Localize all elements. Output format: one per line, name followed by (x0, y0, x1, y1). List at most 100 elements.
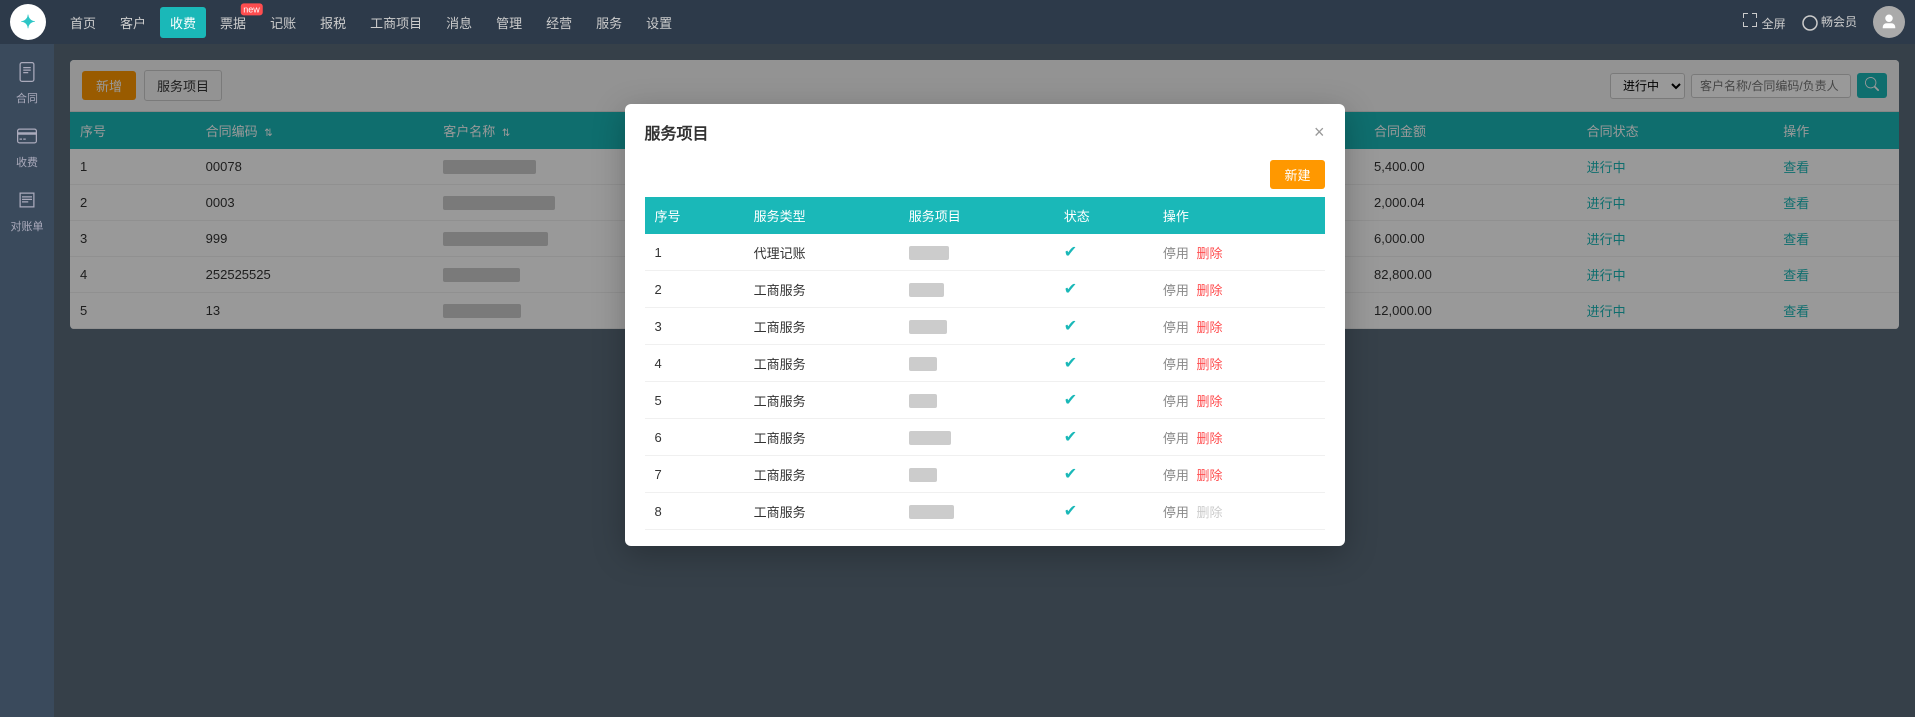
contract-icon (17, 62, 37, 87)
modal-cell-seq: 8 (645, 493, 744, 530)
modal-cell-item: ████ (899, 419, 1054, 456)
list-item: 5 工商服务 ██ ✔ 停用 删除 (645, 382, 1325, 419)
delete-button[interactable]: 删除 (1197, 394, 1223, 409)
modal-cell-status: ✔ (1054, 419, 1153, 456)
modal-cell-seq: 7 (645, 456, 744, 493)
delete-button[interactable]: 删除 (1197, 283, 1223, 298)
delete-button[interactable]: 删除 (1197, 357, 1223, 372)
delete-button[interactable]: 删除 (1197, 246, 1223, 261)
nav-message[interactable]: 消息 (436, 7, 482, 38)
nav-bookkeeping[interactable]: 记账 (260, 7, 306, 38)
modal-col-action: 操作 (1153, 197, 1325, 234)
member-btn[interactable]: 畅会员 (1802, 13, 1857, 31)
modal-cell-status: ✔ (1054, 308, 1153, 345)
nav-management[interactable]: 管理 (486, 7, 532, 38)
modal-cell-type: 工商服务 (744, 308, 899, 345)
modal-cell-type: 工商服务 (744, 345, 899, 382)
nav-customer[interactable]: 客户 (110, 7, 156, 38)
modal-cell-item: ██注册 (899, 493, 1054, 530)
modal-cell-item: ████ (899, 271, 1054, 308)
modal-cell-action: 停用 删除 (1153, 456, 1325, 493)
list-item: 3 工商服务 ████ ✔ 停用 删除 (645, 308, 1325, 345)
modal-close-button[interactable]: × (1314, 123, 1325, 141)
service-table: 序号 服务类型 服务项目 状态 操作 1 代理记账 ████1 ✔ 停用 删除 (645, 197, 1325, 530)
modal-cell-item: ████ (899, 308, 1054, 345)
sidebar-item-charge[interactable]: 收费 (2, 116, 52, 180)
avatar[interactable] (1873, 6, 1905, 38)
nav-service[interactable]: 服务 (586, 7, 632, 38)
layout: 合同 收费 对账单 新增 服务项目 进行中 已 (0, 44, 1915, 717)
modal-col-status: 状态 (1054, 197, 1153, 234)
statement-icon (17, 190, 37, 215)
modal-cell-item: ██ (899, 345, 1054, 382)
stop-button[interactable]: 停用 (1163, 283, 1189, 298)
modal-col-item: 服务项目 (899, 197, 1054, 234)
list-item: 2 工商服务 ████ ✔ 停用 删除 (645, 271, 1325, 308)
sidebar-item-statement[interactable]: 对账单 (2, 180, 52, 244)
modal-cell-item: ████1 (899, 234, 1054, 271)
modal-cell-type: 工商服务 (744, 271, 899, 308)
stop-button[interactable]: 停用 (1163, 468, 1189, 483)
nav-right: 全屏 畅会员 (1742, 6, 1905, 38)
modal-cell-action: 停用 删除 (1153, 382, 1325, 419)
nav-items: 首页 客户 收费 票据 new 记账 报税 工商项目 消息 管理 经营 服务 设… (60, 7, 1742, 38)
stop-button[interactable]: 停用 (1163, 431, 1189, 446)
modal-cell-action: 停用 删除 (1153, 234, 1325, 271)
delete-button[interactable]: 删除 (1197, 320, 1223, 335)
sidebar-label-charge: 收费 (16, 154, 38, 170)
main-content: 新增 服务项目 进行中 已完成 已终止 (54, 44, 1915, 717)
sidebar: 合同 收费 对账单 (0, 44, 54, 717)
stop-button[interactable]: 停用 (1163, 357, 1189, 372)
modal-cell-action: 停用 删除 (1153, 271, 1325, 308)
sidebar-item-contract[interactable]: 合同 (2, 52, 52, 116)
modal-header: 服务项目 × (625, 104, 1345, 152)
stop-button[interactable]: 停用 (1163, 505, 1189, 520)
modal-cell-seq: 2 (645, 271, 744, 308)
top-nav: ✦ 首页 客户 收费 票据 new 记账 报税 工商项目 消息 管理 经营 服务… (0, 0, 1915, 44)
modal-overlay: 服务项目 × 新建 序号 服务类型 服务项目 状态 (54, 44, 1915, 717)
modal-cell-action: 停用 删除 (1153, 345, 1325, 382)
modal-col-type: 服务类型 (744, 197, 899, 234)
delete-button[interactable]: 删除 (1197, 431, 1223, 446)
modal-cell-status: ✔ (1054, 493, 1153, 530)
service-modal: 服务项目 × 新建 序号 服务类型 服务项目 状态 (625, 104, 1345, 546)
modal-toolbar: 新建 (625, 152, 1345, 197)
nav-charge[interactable]: 收费 (160, 7, 206, 38)
modal-cell-seq: 6 (645, 419, 744, 456)
modal-cell-seq: 1 (645, 234, 744, 271)
modal-cell-type: 代理记账 (744, 234, 899, 271)
nav-invoice[interactable]: 票据 new (210, 7, 256, 38)
sidebar-label-contract: 合同 (16, 90, 38, 106)
modal-cell-status: ✔ (1054, 382, 1153, 419)
modal-new-button[interactable]: 新建 (1270, 160, 1324, 189)
stop-button[interactable]: 停用 (1163, 320, 1189, 335)
fullscreen-btn[interactable]: 全屏 (1742, 12, 1785, 32)
delete-button: 删除 (1197, 505, 1223, 520)
nav-tax[interactable]: 报税 (310, 7, 356, 38)
modal-cell-type: 工商服务 (744, 456, 899, 493)
modal-cell-action: 停用 删除 (1153, 493, 1325, 530)
nav-settings[interactable]: 设置 (636, 7, 682, 38)
modal-cell-action: 停用 删除 (1153, 308, 1325, 345)
sidebar-label-statement: 对账单 (11, 218, 44, 234)
list-item: 4 工商服务 ██ ✔ 停用 删除 (645, 345, 1325, 382)
modal-col-seq: 序号 (645, 197, 744, 234)
modal-cell-seq: 4 (645, 345, 744, 382)
stop-button[interactable]: 停用 (1163, 246, 1189, 261)
modal-cell-item: ██ (899, 456, 1054, 493)
modal-cell-status: ✔ (1054, 345, 1153, 382)
modal-cell-status: ✔ (1054, 271, 1153, 308)
nav-operation[interactable]: 经营 (536, 7, 582, 38)
stop-button[interactable]: 停用 (1163, 394, 1189, 409)
modal-body: 序号 服务类型 服务项目 状态 操作 1 代理记账 ████1 ✔ 停用 删除 (625, 197, 1345, 546)
modal-title: 服务项目 (645, 120, 709, 144)
modal-cell-status: ✔ (1054, 234, 1153, 271)
modal-cell-seq: 3 (645, 308, 744, 345)
list-item: 7 工商服务 ██ ✔ 停用 删除 (645, 456, 1325, 493)
nav-home[interactable]: 首页 (60, 7, 106, 38)
modal-cell-action: 停用 删除 (1153, 419, 1325, 456)
delete-button[interactable]: 删除 (1197, 468, 1223, 483)
list-item: 8 工商服务 ██注册 ✔ 停用 删除 (645, 493, 1325, 530)
modal-cell-type: 工商服务 (744, 382, 899, 419)
nav-business[interactable]: 工商项目 (360, 7, 432, 38)
